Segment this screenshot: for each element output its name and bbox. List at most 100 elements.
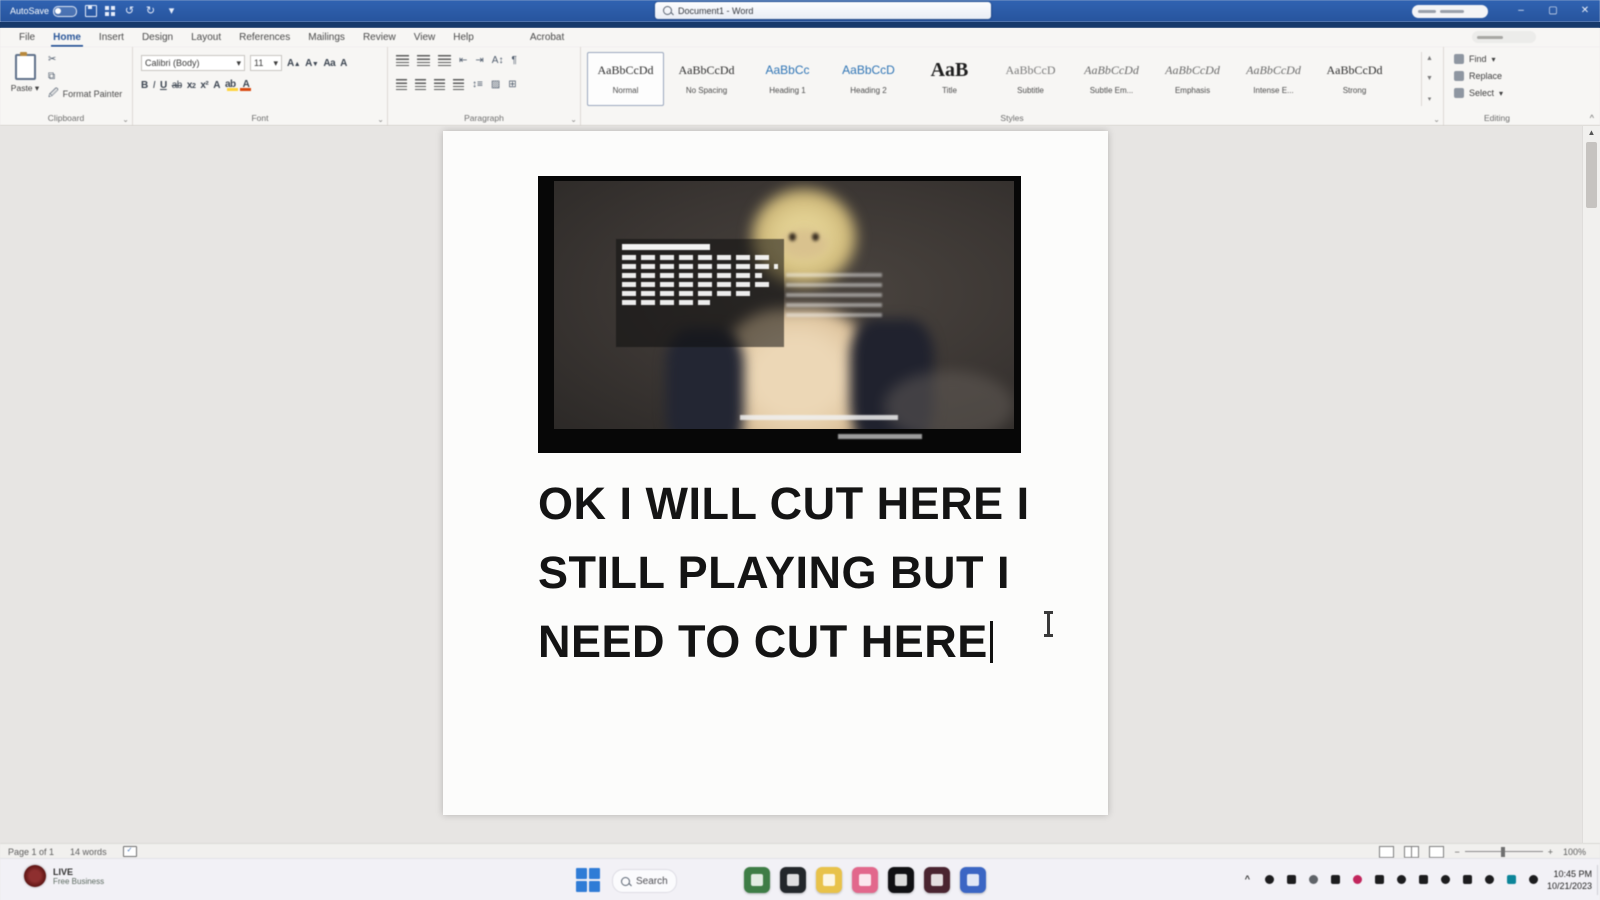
app-dark[interactable] [780,867,806,893]
tab-design[interactable]: Design [133,29,182,47]
style-strong[interactable]: AaBbCcDdStrong [1316,52,1393,106]
app-pink[interactable] [852,867,878,893]
tab-references[interactable]: References [230,29,299,47]
document-canvas[interactable]: OK I WILL CUT HERE ISTILL PLAYING BUT IN… [0,126,1583,843]
maximize-button[interactable]: ▢ [1546,0,1560,22]
scrollbar-thumb[interactable] [1586,142,1597,208]
highlight-button[interactable]: ab [225,79,238,91]
style-normal[interactable]: AaBbCcDdNormal [587,52,664,106]
zoom-level[interactable]: 100% [1563,847,1586,857]
tab-view[interactable]: View [405,29,445,47]
styles-dialog-launcher-icon[interactable]: ⌄ [1433,115,1440,124]
hidden-icons-chevron[interactable]: ^ [1245,874,1250,884]
read-mode-button[interactable] [1379,846,1394,858]
tray-icon-5[interactable] [1353,875,1362,884]
cut-button[interactable]: ✂ [48,54,122,65]
app-green[interactable] [744,867,770,893]
print-layout-button[interactable] [1404,846,1419,858]
style-subtitle[interactable]: AaBbCcDSubtitle [992,52,1069,106]
style-title[interactable]: AaBTitle [911,52,988,106]
document-text-line[interactable]: STILL PLAYING BUT I [538,538,1030,607]
underline-button[interactable]: U [160,80,167,91]
bold-button[interactable]: B [141,80,148,91]
sort-button[interactable]: A↕ [492,55,504,66]
collapse-ribbon-icon[interactable]: ^ [1590,113,1594,123]
tab-mailings[interactable]: Mailings [299,29,354,47]
app-maroon[interactable] [924,867,950,893]
copy-button[interactable]: ⧉ [48,71,122,82]
style-heading-1[interactable]: AaBbCcHeading 1 [749,52,826,106]
multilevel-list-button[interactable] [438,55,451,66]
tab-layout[interactable]: Layout [182,29,230,47]
grow-font-button[interactable]: A▲ [287,58,300,69]
tab-file[interactable]: File [10,29,44,47]
vertical-scrollbar[interactable]: ▲ [1582,126,1600,843]
tray-icon-6[interactable] [1375,875,1384,884]
styles-scroll-up-icon[interactable]: ▲ [1426,55,1433,62]
zoom-slider[interactable]: − + [1454,847,1553,857]
increase-indent-button[interactable]: ⇥ [475,55,483,66]
save-icon[interactable] [85,5,97,17]
font-dialog-launcher-icon[interactable]: ⌄ [377,115,384,124]
document-page[interactable]: OK I WILL CUT HERE ISTILL PLAYING BUT IN… [443,131,1108,815]
decrease-indent-button[interactable]: ⇤ [459,55,467,66]
paragraph-dialog-launcher-icon[interactable]: ⌄ [570,115,577,124]
tab-help[interactable]: Help [444,29,483,47]
tray-icon-13[interactable] [1529,875,1538,884]
bullets-button[interactable] [396,55,409,66]
clipboard-dialog-launcher-icon[interactable]: ⌄ [122,115,129,124]
style-intense-e[interactable]: AaBbCcDdIntense E... [1235,52,1312,106]
align-center-button[interactable] [415,79,426,90]
style-subtle-em[interactable]: AaBbCcDdSubtle Em... [1073,52,1150,106]
taskbar-widget[interactable]: LIVE Free Business [24,865,104,887]
undo-icon[interactable]: ↺ [123,5,136,18]
scroll-up-icon[interactable]: ▲ [1583,128,1600,137]
tray-icon-9[interactable] [1441,875,1450,884]
app-yellow[interactable] [816,867,842,893]
tray-icon-12[interactable] [1507,875,1516,884]
tray-icon-10[interactable] [1463,875,1472,884]
zoom-track[interactable] [1465,851,1543,853]
tray-icon-2[interactable] [1287,875,1296,884]
align-right-button[interactable] [434,79,445,90]
titlebar-pill[interactable] [1412,5,1488,18]
style-no-spacing[interactable]: AaBbCcDdNo Spacing [668,52,745,106]
subscript-button[interactable]: x2 [187,80,195,91]
find-button[interactable]: Find▾ [1454,54,1503,64]
app-blue[interactable] [960,867,986,893]
web-layout-button[interactable] [1429,846,1444,858]
minimize-button[interactable]: – [1514,0,1528,22]
styles-gallery-scroll[interactable]: ▲ ▼ ▾ [1421,52,1437,106]
replace-button[interactable]: Replace [1454,71,1503,81]
redo-icon[interactable]: ↻ [144,5,157,18]
paste-button[interactable]: Paste ▾ [6,52,44,108]
change-case-button[interactable]: Aa [323,58,335,69]
comments-button[interactable] [1472,31,1536,43]
document-text[interactable]: OK I WILL CUT HERE ISTILL PLAYING BUT IN… [538,469,1030,676]
word-count[interactable]: 14 words [70,847,107,857]
tray-icon-1[interactable] [1265,875,1274,884]
borders-button[interactable]: ⊞ [508,79,516,90]
line-spacing-button[interactable]: ↕≡ [472,79,483,90]
style-emphasis[interactable]: AaBbCcDdEmphasis [1154,52,1231,106]
font-size-select[interactable]: 11 ▾ [250,55,282,71]
numbering-button[interactable] [417,55,430,66]
app-black[interactable] [888,867,914,893]
tray-icon-4[interactable] [1331,875,1340,884]
proofing-icon[interactable]: ✓ [123,846,137,857]
font-name-select[interactable]: Calibri (Body) ▾ [141,55,245,71]
title-search-box[interactable]: Document1 - Word [655,2,991,19]
zoom-out-icon[interactable]: − [1454,847,1459,857]
tab-review[interactable]: Review [354,29,405,47]
text-effects-button[interactable]: A [213,80,220,91]
document-text-line[interactable]: OK I WILL CUT HERE I [538,469,1030,538]
styles-more-icon[interactable]: ▾ [1428,95,1432,103]
tray-icon-3[interactable] [1309,875,1318,884]
justify-button[interactable] [453,79,464,90]
tab-insert[interactable]: Insert [90,29,133,47]
tray-icon-7[interactable] [1397,875,1406,884]
taskbar-clock[interactable]: 10:45 PM 10/21/2023 [1547,868,1592,892]
superscript-button[interactable]: x² [200,80,208,91]
tray-icon-8[interactable] [1419,875,1428,884]
grid-icon[interactable] [105,6,115,16]
